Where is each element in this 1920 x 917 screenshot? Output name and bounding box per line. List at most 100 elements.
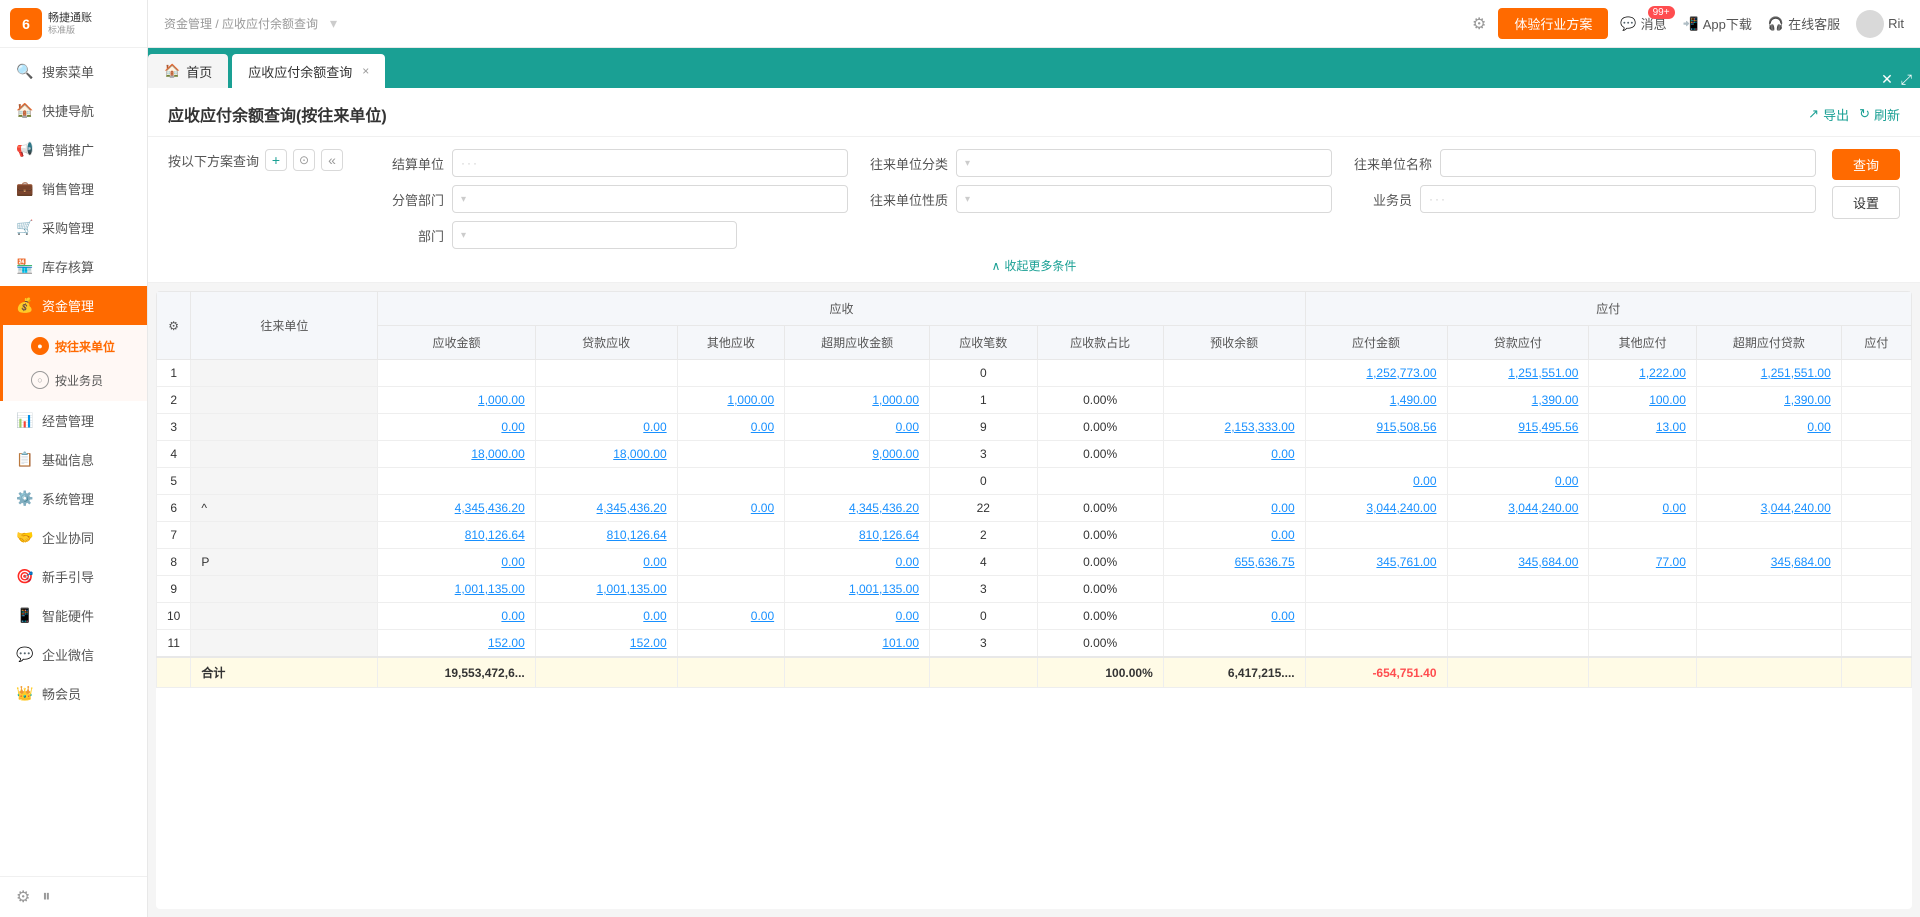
unit-nature-arrow: ▾ (965, 194, 970, 205)
sidebar-item-finance[interactable]: 💰 资金管理 (0, 286, 147, 325)
set-btn[interactable]: 设置 (1832, 186, 1900, 219)
tab-home[interactable]: 🏠 首页 (148, 54, 228, 88)
footer-pay-overdue (1696, 657, 1841, 688)
sidebar-item-marketing[interactable]: 📢 营销推广 (0, 130, 147, 169)
table-row: 6^4,345,436.204,345,436.200.004,345,436.… (157, 495, 1912, 522)
submenu-item-by-unit[interactable]: ● 按往来单位 (3, 329, 147, 363)
sidebar-item-search-menu[interactable]: 🔍 搜索菜单 (0, 52, 147, 91)
dept-input[interactable]: ▾ (452, 221, 737, 249)
table-row: 11152.00152.00101.0030.00% (157, 630, 1912, 658)
logo-text: 畅捷通账 标准版 (48, 11, 92, 37)
member-icon: 👑 (16, 685, 34, 703)
content-area: 应收应付余额查询(按往来单位) ↗ 导出 ↻ 刷新 (148, 88, 1920, 917)
tab-expand-icon[interactable]: ⤢ (1901, 71, 1912, 88)
filter-salesperson: 业务员 ··· (1352, 185, 1816, 213)
sidebar-item-purchase[interactable]: 🛒 采购管理 (0, 208, 147, 247)
sidebar-item-operation[interactable]: 📊 经营管理 (0, 401, 147, 440)
footer-recv-ratio: 100.00% (1037, 657, 1163, 688)
settings-bottom-icon[interactable]: ⚙ (16, 887, 30, 907)
system-icon: ⚙️ (16, 490, 34, 508)
filter-unit-nature: 往来单位性质 ▾ (868, 185, 1332, 213)
app-download-icon: 📲 (1683, 16, 1699, 32)
col-recv-amount: 应收金额 (378, 326, 535, 360)
data-table: ⚙ 往来单位 应收 应付 应收金额 贷款应收 其他应收 超期应收金额 应收笔数 (156, 291, 1912, 688)
tab-bar-right: ✕ ⤢ (1881, 71, 1920, 88)
purchase-icon: 🛒 (16, 219, 34, 237)
footer-prepay-balance: 6,417,215.... (1163, 657, 1305, 688)
tab-close-icon[interactable]: × (362, 64, 369, 78)
hardware-icon: 📱 (16, 607, 34, 625)
prev-scheme-btn[interactable]: « (321, 149, 343, 171)
settlement-unit-input[interactable]: ··· (452, 149, 848, 177)
sidebar-item-wechat[interactable]: 💬 企业微信 (0, 635, 147, 674)
dept-arrow: ▾ (461, 230, 466, 241)
filter-scheme-top: 按以下方案查询 + ⊙ « (168, 149, 368, 171)
collapse-icon[interactable]: ⏸ (42, 888, 50, 906)
app-download-btn[interactable]: 📲 App下载 (1683, 14, 1752, 33)
submenu-item-by-staff[interactable]: ○ 按业务员 (3, 363, 147, 397)
unit-nature-input[interactable]: ▾ (956, 185, 1332, 213)
sidebar-item-label: 搜索菜单 (42, 62, 94, 81)
export-btn[interactable]: ↗ 导出 (1808, 105, 1849, 124)
col-settings-header[interactable]: ⚙ (157, 292, 191, 360)
table-row: 7810,126.64810,126.64810,126.6420.00%0.0… (157, 522, 1912, 549)
footer-no (157, 657, 191, 688)
col-recv-count: 应收笔数 (930, 326, 1038, 360)
sidebar-item-guide[interactable]: 🎯 新手引导 (0, 557, 147, 596)
wechat-icon: 💬 (16, 646, 34, 664)
sales-icon: 💼 (16, 180, 34, 198)
tab-query[interactable]: 应收应付余额查询 × (232, 54, 385, 88)
breadcrumb: 资金管理 / 应收应付余额查询 ▾ (164, 15, 1460, 32)
col-payable-group: 应付 (1305, 292, 1911, 326)
quick-nav-icon: 🏠 (16, 102, 34, 120)
table-row: 100.000.000.000.0000.00%0.00 (157, 603, 1912, 630)
messages-btn[interactable]: 💬 消息 99+ (1620, 14, 1666, 33)
sidebar-item-basic[interactable]: 📋 基础信息 (0, 440, 147, 479)
filter-dept-manager: 分管部门 ▾ (384, 185, 848, 213)
sidebar-item-member[interactable]: 👑 畅会员 (0, 674, 147, 713)
sidebar-item-cooperation[interactable]: 🤝 企业协同 (0, 518, 147, 557)
dept-manager-input[interactable]: ▾ (452, 185, 848, 213)
table-row: 91,001,135.001,001,135.001,001,135.0030.… (157, 576, 1912, 603)
sidebar-bottom: ⚙ ⏸ (0, 876, 147, 917)
salesperson-input[interactable]: ··· (1420, 185, 1816, 213)
unit-name-input[interactable] (1440, 149, 1816, 177)
by-unit-icon: ● (31, 337, 49, 355)
unit-category-label: 往来单位分类 (868, 154, 948, 173)
dept-manager-label: 分管部门 (384, 190, 444, 209)
table-wrap: ⚙ 往来单位 应收 应付 应收金额 贷款应收 其他应收 超期应收金额 应收笔数 (156, 291, 1912, 909)
user-menu[interactable]: Rit (1856, 10, 1904, 38)
footer-recv-loan (535, 657, 677, 688)
sidebar: 6 畅捷通账 标准版 🔍 搜索菜单 🏠 快捷导航 📢 营销推广 💼 销售 (0, 0, 148, 917)
query-btn[interactable]: 查询 (1832, 149, 1900, 180)
footer-label: 合计 (191, 657, 378, 688)
sidebar-item-quick-nav[interactable]: 🏠 快捷导航 (0, 91, 147, 130)
refresh-btn[interactable]: ↻ 刷新 (1859, 105, 1900, 124)
collapse-btn[interactable]: ∧ 收起更多条件 (168, 253, 1900, 278)
by-staff-icon: ○ (31, 371, 49, 389)
sidebar-item-inventory[interactable]: 🏪 库存核算 (0, 247, 147, 286)
footer-pay-col (1841, 657, 1911, 688)
breadcrumb-dropdown-icon[interactable]: ▾ (330, 15, 337, 32)
add-scheme-btn[interactable]: + (265, 149, 287, 171)
trial-btn[interactable]: 体验行业方案 (1498, 8, 1608, 39)
sidebar-item-sales[interactable]: 💼 销售管理 (0, 169, 147, 208)
finance-icon: 💰 (16, 297, 34, 315)
unit-category-arrow: ▾ (965, 158, 970, 169)
logo-area: 6 畅捷通账 标准版 (0, 0, 147, 48)
inventory-icon: 🏪 (16, 258, 34, 276)
footer-recv-count (930, 657, 1038, 688)
col-recv-other: 其他应收 (677, 326, 785, 360)
sidebar-item-system[interactable]: ⚙️ 系统管理 (0, 479, 147, 518)
unit-name-label: 往来单位名称 (1352, 154, 1432, 173)
topbar-gear-icon[interactable]: ⚙ (1472, 14, 1486, 34)
edit-scheme-btn[interactable]: ⊙ (293, 149, 315, 171)
page-actions: ↗ 导出 ↻ 刷新 (1808, 105, 1900, 124)
filter-dept: 部门 ▾ (384, 221, 737, 249)
sidebar-item-hardware[interactable]: 📱 智能硬件 (0, 596, 147, 635)
tab-bar: 🏠 首页 应收应付余额查询 × ✕ ⤢ (148, 48, 1920, 88)
unit-category-input[interactable]: ▾ (956, 149, 1332, 177)
online-service-btn[interactable]: 🎧 在线客服 (1768, 14, 1840, 33)
col-pay-amount: 应付金额 (1305, 326, 1447, 360)
tab-close-window-icon[interactable]: ✕ (1881, 71, 1893, 88)
